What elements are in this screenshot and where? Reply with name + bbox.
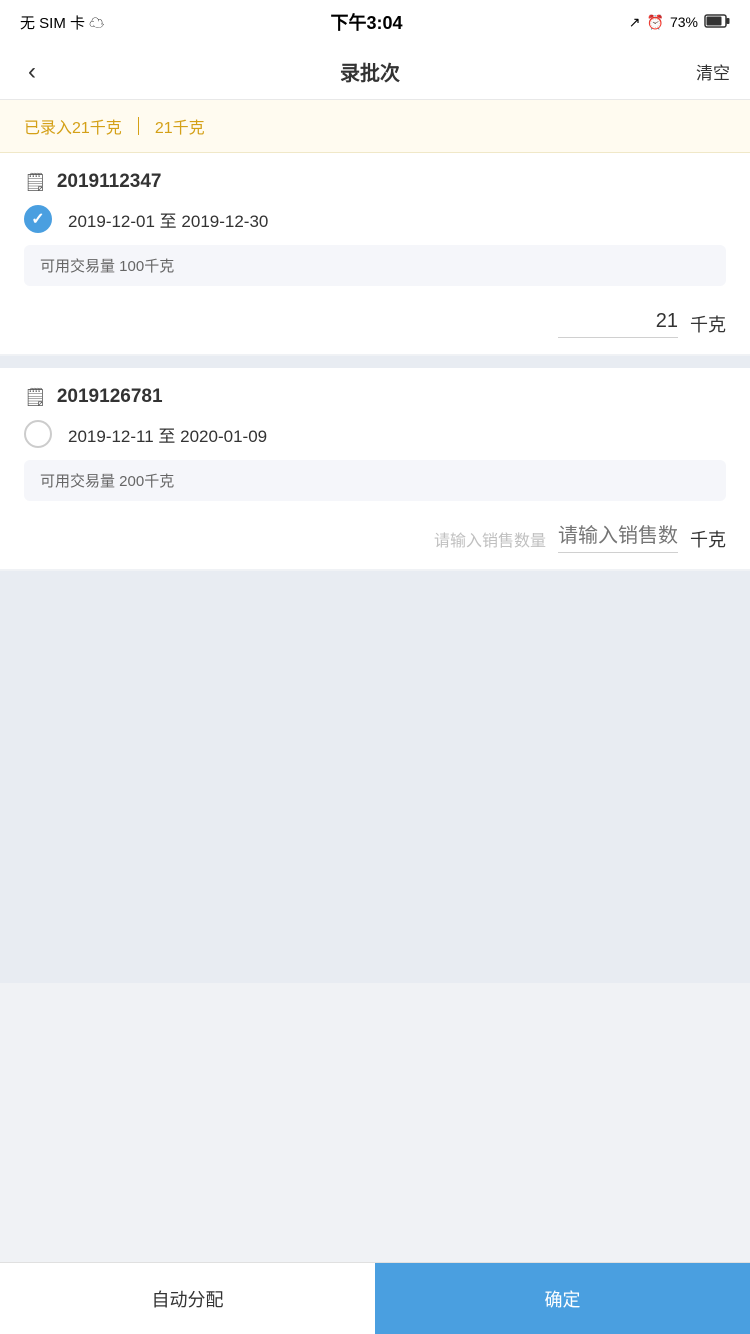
quantity-row-2: 请输入销售数量 千克 [0, 513, 750, 569]
separator-2 [0, 571, 750, 583]
batch-id-1: 2019112347 [57, 171, 162, 193]
batch-item-2: 🗒 2019126781 2019-12-11 至 2020-01-09 可用交… [0, 368, 750, 569]
sim-label: 无 SIM 卡 ☁ [20, 12, 104, 33]
status-right: ↗ ⏰ 73% [629, 14, 730, 31]
battery-label: 73% [670, 14, 698, 30]
battery-icon [704, 14, 730, 31]
doc-icon-1: 🗒 [24, 172, 47, 193]
recorded-label: 已录入21千克 [24, 114, 122, 138]
location-icon: ↗ [629, 14, 641, 31]
info-banner: 已录入21千克 21千克 [0, 100, 750, 153]
batch-id-2: 2019126781 [57, 386, 163, 408]
footer: 自动分配 确定 [0, 1262, 750, 1334]
quantity-input-2[interactable] [558, 525, 678, 553]
quantity-row-1: 千克 [0, 298, 750, 354]
batch-header-1: 🗒 2019112347 [0, 153, 750, 201]
nav-bar: ‹ 录批次 清空 [0, 44, 750, 100]
batch-avail-2: 可用交易量 200千克 [24, 460, 726, 501]
batch-date-row-1[interactable]: 2019-12-01 至 2019-12-30 [0, 201, 750, 241]
auto-distribute-button[interactable]: 自动分配 [0, 1263, 375, 1334]
bottom-area [0, 583, 750, 983]
batch-date-1: 2019-12-01 至 2019-12-30 [68, 207, 268, 232]
batch-date-row-2[interactable]: 2019-12-11 至 2020-01-09 [0, 416, 750, 456]
radio-2[interactable] [24, 420, 52, 448]
unit-label-2: 千克 [690, 526, 726, 552]
quantity-input-1[interactable] [558, 310, 678, 338]
status-left: 无 SIM 卡 ☁ [20, 12, 104, 33]
status-bar: 无 SIM 卡 ☁ 下午3:04 ↗ ⏰ 73% [0, 0, 750, 44]
unit-label-1: 千克 [690, 311, 726, 337]
total-value: 21千克 [155, 114, 205, 138]
page-title: 录批次 [340, 57, 400, 86]
batch-item-1: 🗒 2019112347 2019-12-01 至 2019-12-30 可用交… [0, 153, 750, 354]
main-content: 已录入21千克 21千克 🗒 2019112347 2019-12-01 至 2… [0, 100, 750, 1055]
clear-button[interactable]: 清空 [696, 59, 730, 84]
alarm-icon: ⏰ [647, 14, 664, 31]
quantity-placeholder-2: 请输入销售数量 [434, 527, 546, 551]
radio-1[interactable] [24, 205, 52, 233]
batch-avail-1: 可用交易量 100千克 [24, 245, 726, 286]
status-time: 下午3:04 [330, 9, 402, 35]
batch-date-2: 2019-12-11 至 2020-01-09 [68, 422, 267, 447]
separator-1 [0, 356, 750, 368]
confirm-button[interactable]: 确定 [375, 1263, 750, 1334]
doc-icon-2: 🗒 [24, 387, 47, 408]
back-button[interactable]: ‹ [20, 50, 44, 94]
banner-divider [138, 117, 139, 135]
batch-header-2: 🗒 2019126781 [0, 368, 750, 416]
